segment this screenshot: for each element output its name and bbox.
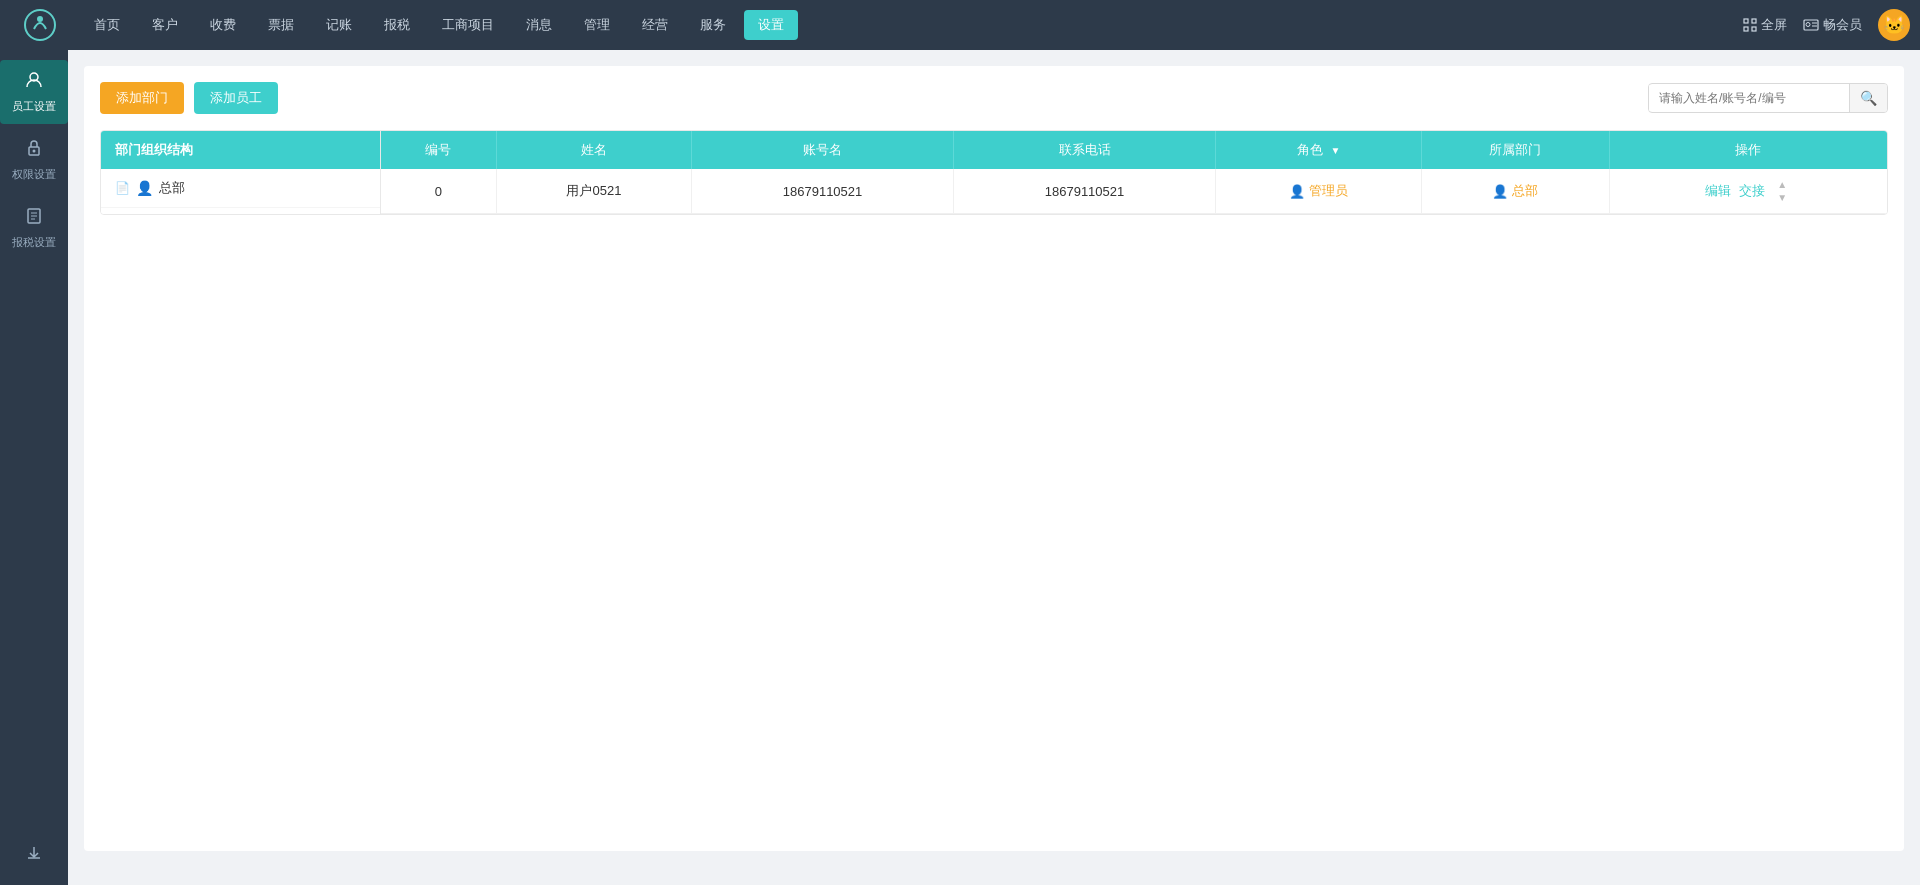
cell-dept: 👤 总部 <box>1422 169 1609 214</box>
emp-table: 编号 姓名 账号名 联系电话 角色 ▼ 所属部门 操作 <box>381 131 1887 214</box>
nav-manage[interactable]: 管理 <box>570 10 624 40</box>
nav-right: 全屏 畅会员 🐱 <box>1743 9 1910 41</box>
member-label: 畅会员 <box>1823 16 1862 34</box>
nav-tax[interactable]: 报税 <box>370 10 424 40</box>
fullscreen-label: 全屏 <box>1761 16 1787 34</box>
main-content: 添加部门 添加员工 🔍 部门组织结构 📄 👤 总部 <box>68 50 1920 885</box>
search-box: 🔍 <box>1648 83 1888 113</box>
sidebar-perm-label: 权限设置 <box>12 167 56 182</box>
app-logo <box>10 9 70 41</box>
nav-invoice[interactable]: 票据 <box>254 10 308 40</box>
member-button[interactable]: 畅会员 <box>1803 16 1862 34</box>
svg-point-0 <box>25 10 55 40</box>
add-dept-button[interactable]: 添加部门 <box>100 82 184 114</box>
nav-biz[interactable]: 工商项目 <box>428 10 508 40</box>
top-navigation: 首页 客户 收费 票据 记账 报税 工商项目 消息 管理 经营 服务 设置 全屏 <box>0 0 1920 50</box>
fullscreen-button[interactable]: 全屏 <box>1743 16 1787 34</box>
col-account: 账号名 <box>692 131 954 169</box>
search-button[interactable]: 🔍 <box>1849 84 1887 112</box>
col-ops: 操作 <box>1609 131 1887 169</box>
nav-operation[interactable]: 经营 <box>628 10 682 40</box>
svg-rect-5 <box>1752 27 1756 31</box>
dept-tree: 部门组织结构 📄 👤 总部 <box>101 131 381 214</box>
dept-item-label: 总部 <box>159 179 185 197</box>
transfer-link[interactable]: 交接 <box>1739 182 1765 200</box>
employee-table: 编号 姓名 账号名 联系电话 角色 ▼ 所属部门 操作 <box>381 131 1887 214</box>
cell-id: 0 <box>381 169 496 214</box>
download-icon <box>24 843 44 865</box>
sidebar-item-tax-settings[interactable]: 报税设置 <box>0 196 68 260</box>
toolbar: 添加部门 添加员工 🔍 <box>100 82 1888 114</box>
tax-settings-icon <box>24 206 44 231</box>
dept-tree-header: 部门组织结构 <box>101 131 380 169</box>
dept-tree-item-general[interactable]: 📄 👤 总部 <box>101 169 380 208</box>
nav-fee[interactable]: 收费 <box>196 10 250 40</box>
nav-accounting[interactable]: 记账 <box>312 10 366 40</box>
svg-rect-4 <box>1744 27 1748 31</box>
svg-rect-2 <box>1744 19 1748 23</box>
main-area: 部门组织结构 📄 👤 总部 编号 姓名 账号名 <box>100 130 1888 215</box>
cell-ops: 编辑 交接 ▲ ▼ <box>1609 169 1887 214</box>
add-emp-button[interactable]: 添加员工 <box>194 82 278 114</box>
employee-icon <box>24 70 44 95</box>
nav-settings[interactable]: 设置 <box>744 10 798 40</box>
lock-icon <box>24 138 44 163</box>
sidebar: 员工设置 权限设置 报税设置 <box>0 50 68 885</box>
cell-role: 👤 管理员 <box>1216 169 1422 214</box>
search-icon: 🔍 <box>1860 90 1877 106</box>
sidebar-emp-label: 员工设置 <box>12 99 56 114</box>
sidebar-tax-label: 报税设置 <box>12 235 56 250</box>
nav-home[interactable]: 首页 <box>80 10 134 40</box>
col-dept: 所属部门 <box>1422 131 1609 169</box>
scroll-arrows[interactable]: ▲ ▼ <box>1773 179 1791 203</box>
nav-items: 首页 客户 收费 票据 记账 报税 工商项目 消息 管理 经营 服务 设置 <box>80 10 1743 40</box>
avatar[interactable]: 🐱 <box>1878 9 1910 41</box>
dept-user-icon: 👤 <box>1492 184 1508 199</box>
col-id: 编号 <box>381 131 496 169</box>
nav-message[interactable]: 消息 <box>512 10 566 40</box>
sidebar-bottom <box>0 833 68 875</box>
content-card: 添加部门 添加员工 🔍 部门组织结构 📄 👤 总部 <box>84 66 1904 851</box>
role-filter-icon[interactable]: ▼ <box>1330 145 1340 156</box>
col-phone: 联系电话 <box>954 131 1216 169</box>
sidebar-item-permission[interactable]: 权限设置 <box>0 128 68 192</box>
file-icon: 📄 <box>115 181 130 195</box>
cell-name: 用户0521 <box>496 169 691 214</box>
search-input[interactable] <box>1649 85 1849 111</box>
nav-customer[interactable]: 客户 <box>138 10 192 40</box>
user-icon: 👤 <box>136 180 153 196</box>
cell-phone: 18679110521 <box>954 169 1216 214</box>
nav-service[interactable]: 服务 <box>686 10 740 40</box>
svg-rect-3 <box>1752 19 1756 23</box>
svg-point-7 <box>1806 23 1810 27</box>
svg-point-12 <box>33 150 36 153</box>
col-role: 角色 ▼ <box>1216 131 1422 169</box>
svg-point-1 <box>37 16 43 22</box>
cell-account: 18679110521 <box>692 169 954 214</box>
layout: 员工设置 权限设置 报税设置 <box>0 50 1920 885</box>
sidebar-download[interactable] <box>0 833 68 875</box>
table-row: 0 用户0521 18679110521 18679110521 👤 管理员 👤… <box>381 169 1887 214</box>
edit-link[interactable]: 编辑 <box>1705 182 1731 200</box>
role-user-icon: 👤 <box>1289 184 1305 199</box>
col-name: 姓名 <box>496 131 691 169</box>
sidebar-item-employee[interactable]: 员工设置 <box>0 60 68 124</box>
